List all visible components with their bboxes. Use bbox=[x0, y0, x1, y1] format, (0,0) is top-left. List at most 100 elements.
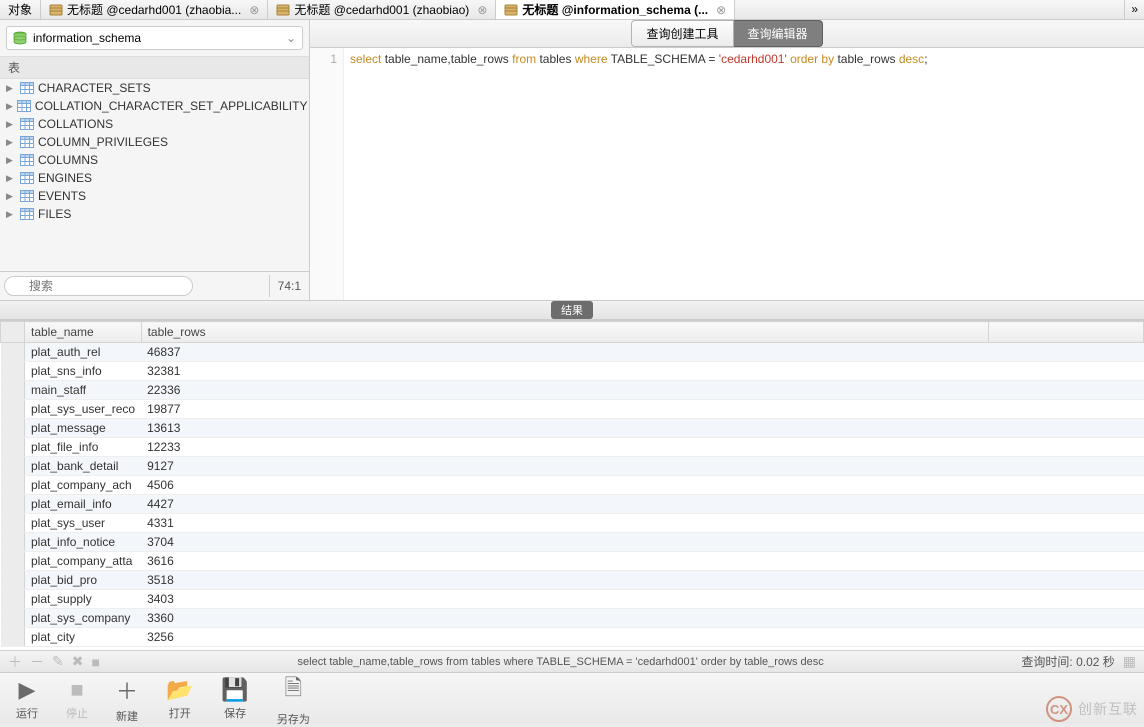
cell[interactable]: 32381 bbox=[141, 362, 988, 381]
table-row[interactable]: plat_supply3403 bbox=[1, 590, 1144, 609]
cell[interactable]: plat_email_info bbox=[25, 495, 142, 514]
tab-label: 无标题 @cedarhd001 (zhaobiao) bbox=[294, 1, 469, 18]
table-tree[interactable]: ▶CHARACTER_SETS▶COLLATION_CHARACTER_SET_… bbox=[0, 79, 309, 271]
stop-icon: ■ bbox=[70, 677, 83, 703]
table-row[interactable]: plat_company_ach4506 bbox=[1, 476, 1144, 495]
table-row[interactable]: plat_sns_info32381 bbox=[1, 362, 1144, 381]
expand-icon[interactable]: ▶ bbox=[6, 101, 13, 112]
cell[interactable]: main_staff bbox=[25, 381, 142, 400]
tree-item[interactable]: ▶COLUMNS bbox=[0, 151, 309, 169]
cell[interactable]: 3360 bbox=[141, 609, 988, 628]
schema-selector[interactable]: information_schema ⌄ bbox=[6, 26, 303, 50]
edit-row-icon[interactable]: ✎ bbox=[52, 653, 64, 670]
tab[interactable]: 无标题 @cedarhd001 (zhaobia...⊗ bbox=[41, 0, 268, 19]
cell[interactable]: 3256 bbox=[141, 628, 988, 647]
cell[interactable]: plat_supply bbox=[25, 590, 142, 609]
open-button[interactable]: 📂打开 bbox=[166, 677, 193, 721]
cell[interactable]: 13613 bbox=[141, 419, 988, 438]
cell[interactable]: 3518 bbox=[141, 571, 988, 590]
grid-view-icon[interactable]: ▦ bbox=[1123, 653, 1136, 670]
stop-icon[interactable]: ■ bbox=[91, 654, 99, 670]
cell[interactable]: plat_sns_info bbox=[25, 362, 142, 381]
cell[interactable]: 9127 bbox=[141, 457, 988, 476]
cell[interactable]: 4506 bbox=[141, 476, 988, 495]
cell[interactable]: 12233 bbox=[141, 438, 988, 457]
cell[interactable]: plat_info_notice bbox=[25, 533, 142, 552]
tree-item[interactable]: ▶CHARACTER_SETS bbox=[0, 79, 309, 97]
sql-code[interactable]: select table_name,table_rows from tables… bbox=[344, 48, 934, 300]
table-row[interactable]: plat_email_info4427 bbox=[1, 495, 1144, 514]
expand-icon[interactable]: ▶ bbox=[6, 191, 16, 202]
search-input[interactable] bbox=[4, 276, 193, 296]
cell[interactable]: 19877 bbox=[141, 400, 988, 419]
remove-row-icon[interactable]: － bbox=[30, 652, 44, 672]
cell[interactable]: 3704 bbox=[141, 533, 988, 552]
cell[interactable]: plat_sys_company bbox=[25, 609, 142, 628]
result-grid[interactable]: table_nametable_rowsplat_auth_rel46837pl… bbox=[0, 320, 1144, 650]
table-row[interactable]: plat_message13613 bbox=[1, 419, 1144, 438]
cell[interactable]: 4331 bbox=[141, 514, 988, 533]
table-row[interactable]: plat_sys_company3360 bbox=[1, 609, 1144, 628]
tree-item[interactable]: ▶ENGINES bbox=[0, 169, 309, 187]
close-icon[interactable]: ⊗ bbox=[716, 3, 726, 17]
cell[interactable]: 4427 bbox=[141, 495, 988, 514]
table-row[interactable]: plat_info_notice3704 bbox=[1, 533, 1144, 552]
cell[interactable]: plat_company_atta bbox=[25, 552, 142, 571]
table-row[interactable]: plat_auth_rel46837 bbox=[1, 343, 1144, 362]
cell[interactable]: plat_bid_pro bbox=[25, 571, 142, 590]
result-tab[interactable]: 结果 bbox=[551, 301, 593, 319]
new-button[interactable]: ＋新建 bbox=[116, 674, 138, 724]
tree-item[interactable]: ▶EVENTS bbox=[0, 187, 309, 205]
cell[interactable]: 3403 bbox=[141, 590, 988, 609]
table-row[interactable]: plat_bank_detail9127 bbox=[1, 457, 1144, 476]
table-row[interactable]: plat_sys_user_reco19877 bbox=[1, 400, 1144, 419]
column-header[interactable]: table_name bbox=[25, 322, 142, 343]
expand-icon[interactable]: ▶ bbox=[6, 173, 16, 184]
cell[interactable]: plat_auth_rel bbox=[25, 343, 142, 362]
expand-icon[interactable]: ▶ bbox=[6, 137, 16, 148]
add-row-icon[interactable]: ＋ bbox=[8, 652, 22, 672]
sql-editor[interactable]: 1 select table_name,table_rows from tabl… bbox=[310, 48, 1144, 300]
expand-icon[interactable]: ▶ bbox=[6, 83, 16, 94]
run-button[interactable]: ▶运行 bbox=[16, 677, 38, 721]
tree-item[interactable]: ▶COLUMN_PRIVILEGES bbox=[0, 133, 309, 151]
column-header[interactable]: table_rows bbox=[141, 322, 988, 343]
cell[interactable]: plat_sys_user bbox=[25, 514, 142, 533]
tool-label: 另存为 bbox=[277, 711, 310, 727]
row-header bbox=[1, 322, 25, 343]
saveas-button[interactable]: 🗎另存为 bbox=[277, 671, 310, 727]
cell[interactable]: 22336 bbox=[141, 381, 988, 400]
segment-query-editor[interactable]: 查询编辑器 bbox=[734, 20, 823, 47]
cell[interactable]: 46837 bbox=[141, 343, 988, 362]
expand-icon[interactable]: ▶ bbox=[6, 209, 16, 220]
table-row[interactable]: plat_bid_pro3518 bbox=[1, 571, 1144, 590]
cell[interactable]: plat_file_info bbox=[25, 438, 142, 457]
close-icon[interactable]: ⊗ bbox=[477, 3, 487, 17]
expand-icon[interactable]: ▶ bbox=[6, 155, 16, 166]
table-row[interactable]: plat_company_atta3616 bbox=[1, 552, 1144, 571]
cell[interactable]: plat_city bbox=[25, 628, 142, 647]
table-row[interactable]: main_staff22336 bbox=[1, 381, 1144, 400]
table-icon bbox=[20, 190, 34, 202]
table-row[interactable]: plat_city3256 bbox=[1, 628, 1144, 647]
cell[interactable]: plat_bank_detail bbox=[25, 457, 142, 476]
segment-query-builder[interactable]: 查询创建工具 bbox=[631, 20, 733, 47]
close-icon[interactable]: ⊗ bbox=[249, 3, 259, 17]
cell[interactable]: plat_company_ach bbox=[25, 476, 142, 495]
cell[interactable]: plat_sys_user_reco bbox=[25, 400, 142, 419]
tab[interactable]: 对象 bbox=[0, 0, 41, 19]
tree-item[interactable]: ▶COLLATIONS bbox=[0, 115, 309, 133]
save-button[interactable]: 💾保存 bbox=[221, 677, 248, 721]
tree-item[interactable]: ▶FILES bbox=[0, 205, 309, 223]
schema-label: information_schema bbox=[33, 31, 141, 45]
tree-item[interactable]: ▶COLLATION_CHARACTER_SET_APPLICABILITY bbox=[0, 97, 309, 115]
tab-overflow[interactable]: » bbox=[1124, 0, 1144, 19]
cell[interactable]: plat_message bbox=[25, 419, 142, 438]
cancel-icon[interactable]: ✖ bbox=[72, 653, 84, 670]
table-row[interactable]: plat_sys_user4331 bbox=[1, 514, 1144, 533]
cell[interactable]: 3616 bbox=[141, 552, 988, 571]
table-row[interactable]: plat_file_info12233 bbox=[1, 438, 1144, 457]
expand-icon[interactable]: ▶ bbox=[6, 119, 16, 130]
tab[interactable]: 无标题 @cedarhd001 (zhaobiao) ⊗ bbox=[268, 0, 496, 19]
tab[interactable]: 无标题 @information_schema (...⊗ bbox=[496, 0, 735, 19]
